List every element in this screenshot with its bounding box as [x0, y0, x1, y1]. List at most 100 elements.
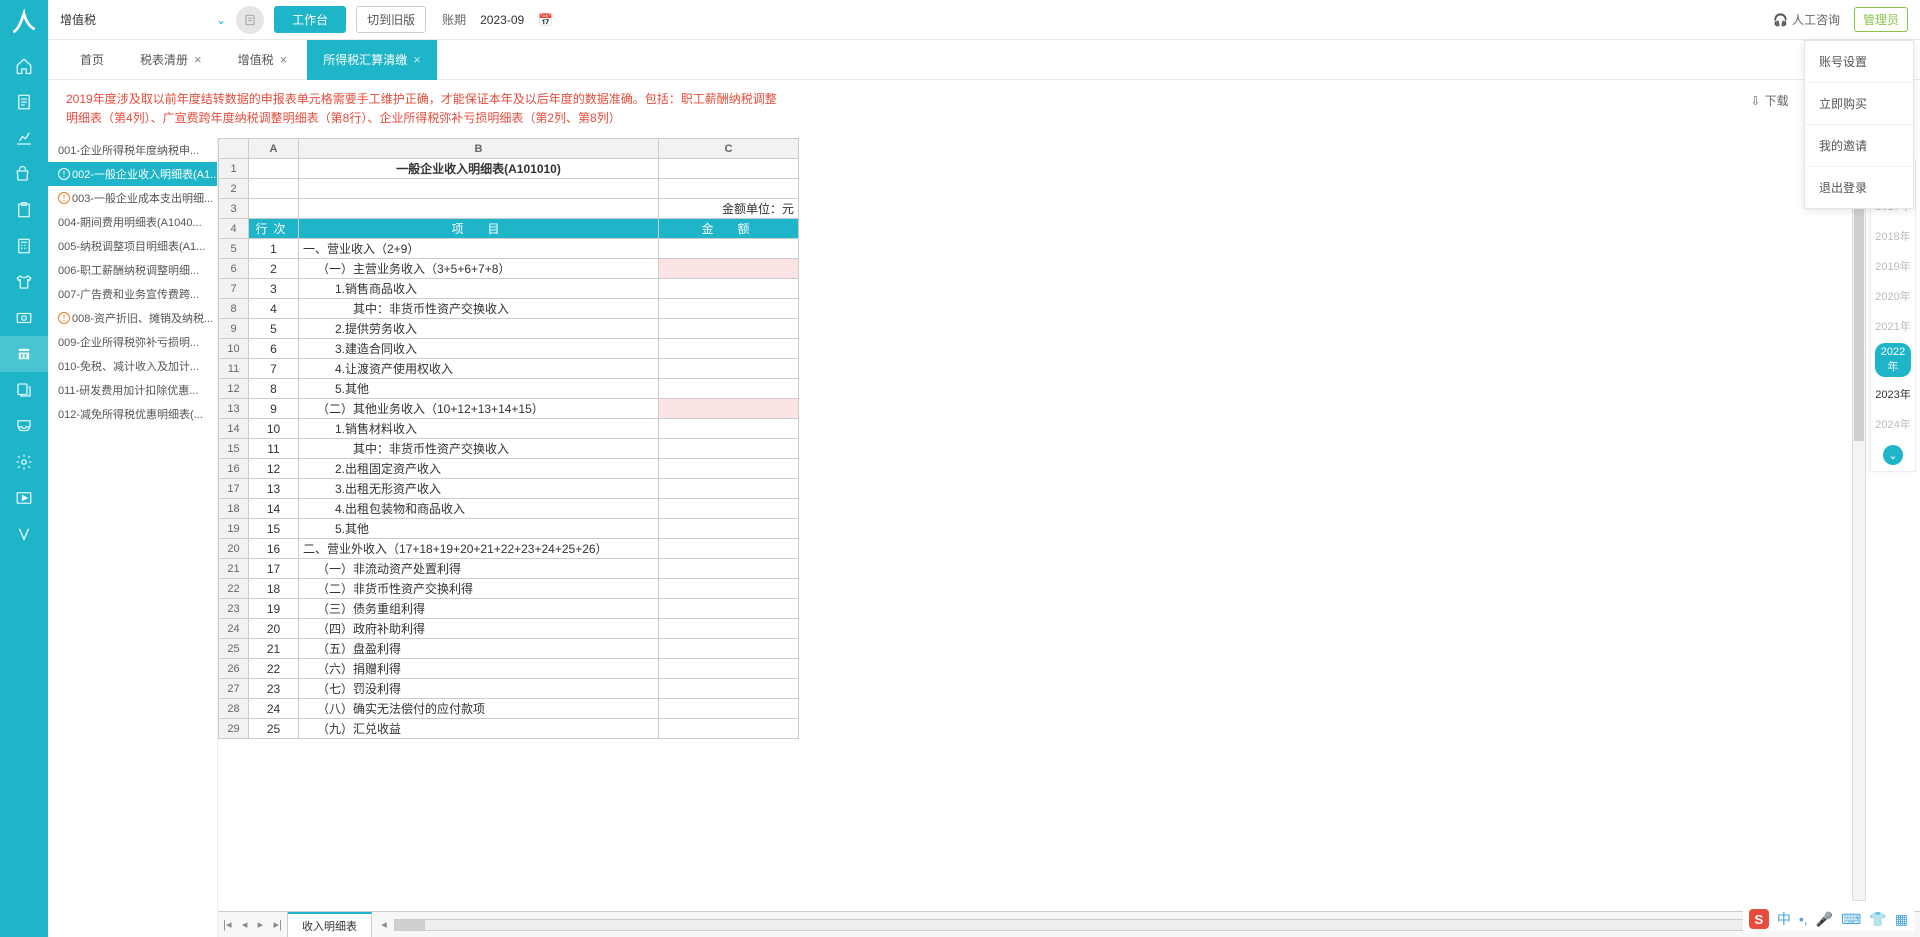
table-row[interactable]: 139（二）其他业务收入（10+12+13+14+15） — [219, 399, 799, 419]
form-item-label: 009-企业所得税弥补亏损明... — [58, 334, 199, 350]
nav-shirt-icon[interactable] — [0, 264, 48, 300]
spreadsheet[interactable]: ABC1一般企业收入明细表(A101010)23金额单位：元4行次项 目金 额5… — [218, 138, 799, 739]
ime-tool-icon[interactable]: ▦ — [1895, 911, 1908, 928]
ime-skin-icon[interactable]: 👕 — [1869, 911, 1886, 928]
grid-wrap[interactable]: ABC1一般企业收入明细表(A101010)23金额单位：元4行次项 目金 额5… — [218, 138, 1920, 911]
form-list-item[interactable]: 007-广告费和业务宣传费跨... — [48, 282, 217, 306]
scroll-track[interactable] — [394, 919, 1898, 931]
tab-home[interactable]: 首页 — [64, 40, 120, 80]
nav-v-icon[interactable] — [0, 516, 48, 552]
nav-clipboard-icon[interactable] — [0, 192, 48, 228]
table-row[interactable]: 1174.让渡资产使用权收入 — [219, 359, 799, 379]
nav-money-icon[interactable] — [0, 300, 48, 336]
scroll-left-icon[interactable]: ◂ — [378, 918, 390, 931]
table-row[interactable]: 731.销售商品收入 — [219, 279, 799, 299]
switch-old-button[interactable]: 切到旧版 — [356, 6, 426, 33]
table-row[interactable]: 62（一）主营业务收入（3+5+6+7+8） — [219, 259, 799, 279]
form-list-item[interactable]: !003-一般企业成本支出明细... — [48, 186, 217, 210]
ime-logo-icon[interactable]: S — [1749, 909, 1769, 929]
nav-doc-icon[interactable] — [0, 84, 48, 120]
vertical-scrollbar[interactable] — [1852, 160, 1866, 901]
nav-calc-icon[interactable] — [0, 228, 48, 264]
workbench-button[interactable]: 工作台 — [274, 6, 346, 33]
year-option[interactable]: 2020年 — [1871, 281, 1915, 311]
table-row[interactable]: 51一、营业收入（2+9） — [219, 239, 799, 259]
table-row[interactable]: 2622（六）捐赠利得 — [219, 659, 799, 679]
left-sidebar — [0, 0, 48, 937]
chevron-down-icon: ⌄ — [216, 13, 226, 27]
table-row[interactable]: 1063.建造合同收入 — [219, 339, 799, 359]
form-list-item[interactable]: 006-职工薪酬纳税调整明细... — [48, 258, 217, 282]
form-list-item[interactable]: !008-资产折旧、摊销及纳税... — [48, 306, 217, 330]
table-row[interactable]: 2521（五）盘盈利得 — [219, 639, 799, 659]
download-action[interactable]: ⇩下载 — [1751, 90, 1789, 111]
nav-inbox-icon[interactable] — [0, 408, 48, 444]
form-list-item[interactable]: 009-企业所得税弥补亏损明... — [48, 330, 217, 354]
calendar-icon[interactable]: 📅 — [538, 13, 553, 27]
history-button[interactable] — [236, 6, 264, 34]
table-row[interactable]: 2420（四）政府补助利得 — [219, 619, 799, 639]
form-list-item[interactable]: 004-期间费用明细表(A1040... — [48, 210, 217, 234]
scroll-thumb[interactable] — [395, 920, 425, 930]
dropdown-item[interactable]: 立即购买 — [1805, 83, 1913, 125]
form-list-item[interactable]: 005-纳税调整项目明细表(A1... — [48, 234, 217, 258]
year-option[interactable]: 2024年 — [1871, 409, 1915, 439]
table-row[interactable]: 2117（一）非流动资产处置利得 — [219, 559, 799, 579]
headset-icon: 🎧 — [1773, 13, 1788, 27]
form-list-item[interactable]: 010-免税、减计收入及加计... — [48, 354, 217, 378]
tab-vat[interactable]: 增值税× — [222, 40, 304, 80]
form-list-item[interactable]: 011-研发费用加计扣除优惠... — [48, 378, 217, 402]
admin-button[interactable]: 管理员 — [1854, 7, 1908, 32]
table-row[interactable]: 19155.其他 — [219, 519, 799, 539]
year-option[interactable]: 2022年 — [1875, 343, 1911, 377]
table-row[interactable]: 18144.出租包装物和商品收入 — [219, 499, 799, 519]
dropdown-item[interactable]: 账号设置 — [1805, 41, 1913, 83]
nav-chart-icon[interactable] — [0, 120, 48, 156]
year-option[interactable]: 2023年 — [1871, 379, 1915, 409]
company-selector[interactable]: 增值税 ⌄ — [60, 11, 226, 28]
tab-income-tax[interactable]: 所得税汇算清缴× — [307, 40, 437, 80]
table-row[interactable]: 2723（七）罚没利得 — [219, 679, 799, 699]
form-list-item[interactable]: 001-企业所得税年度纳税申... — [48, 138, 217, 162]
table-row[interactable]: 952.提供劳务收入 — [219, 319, 799, 339]
ime-punct-icon[interactable]: •, — [1799, 911, 1808, 927]
form-list-item[interactable]: 012-减免所得税优惠明细表(... — [48, 402, 217, 426]
year-option[interactable]: 2021年 — [1871, 311, 1915, 341]
form-list-item[interactable]: !002-一般企业收入明细表(A1... — [48, 162, 217, 186]
ime-keyboard-icon[interactable]: ⌨ — [1841, 911, 1861, 928]
ime-mic-icon[interactable]: 🎤 — [1816, 911, 1833, 928]
table-row[interactable]: 2016二、营业外收入（17+18+19+20+21+22+23+24+25+2… — [219, 539, 799, 559]
table-row[interactable]: 2925（九）汇兑收益 — [219, 719, 799, 739]
nav-home-icon[interactable] — [0, 48, 48, 84]
table-row[interactable]: 2824（八）确实无法偿付的应付款项 — [219, 699, 799, 719]
consult-link[interactable]: 🎧人工咨询 — [1773, 11, 1840, 28]
sheet-title: 一般企业收入明细表(A101010) — [299, 159, 659, 179]
nav-copy-icon[interactable] — [0, 372, 48, 408]
sheet-tab[interactable]: 收入明细表 — [288, 912, 372, 937]
table-row[interactable]: 1285.其他 — [219, 379, 799, 399]
year-more-icon[interactable]: ⌄ — [1883, 445, 1903, 465]
close-icon[interactable]: × — [280, 52, 288, 67]
nav-gear-icon[interactable] — [0, 444, 48, 480]
period-value[interactable]: 2023-09 — [480, 13, 524, 27]
tab-tax-list[interactable]: 税表清册× — [124, 40, 218, 80]
ime-lang[interactable]: 中 — [1777, 909, 1791, 929]
close-icon[interactable]: × — [413, 52, 421, 67]
dropdown-item[interactable]: 我的邀请 — [1805, 125, 1913, 167]
table-row[interactable]: 14101.销售材料收入 — [219, 419, 799, 439]
sheet-nav[interactable]: |◂◂▸▸| — [218, 912, 288, 937]
table-row[interactable]: 2319（三）债务重组利得 — [219, 599, 799, 619]
nav-bag-icon[interactable] — [0, 156, 48, 192]
table-row[interactable]: 2218（二）非货币性资产交换利得 — [219, 579, 799, 599]
table-row[interactable]: 17133.出租无形资产收入 — [219, 479, 799, 499]
table-row[interactable]: 1511其中：非货币性资产交换收入 — [219, 439, 799, 459]
close-icon[interactable]: × — [194, 52, 202, 67]
horizontal-scrollbar[interactable]: ◂ ▸ — [372, 918, 1920, 931]
year-option[interactable]: 2019年 — [1871, 251, 1915, 281]
year-option[interactable]: 2018年 — [1871, 221, 1915, 251]
table-row[interactable]: 84其中：非货币性资产交换收入 — [219, 299, 799, 319]
table-row[interactable]: 16122.出租固定资产收入 — [219, 459, 799, 479]
nav-play-icon[interactable] — [0, 480, 48, 516]
dropdown-item[interactable]: 退出登录 — [1805, 167, 1913, 208]
nav-tax-icon[interactable] — [0, 336, 48, 372]
